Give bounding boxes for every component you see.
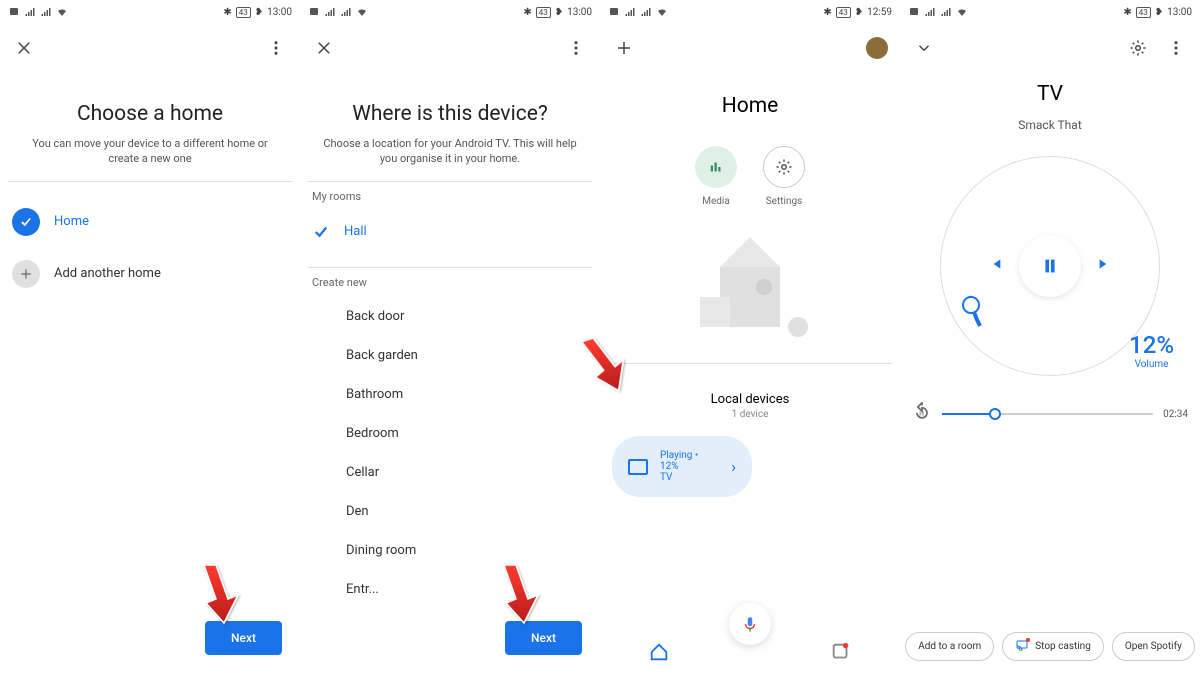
- clock: 13:00: [267, 7, 292, 18]
- equalizer-icon: [695, 146, 737, 188]
- dial-thumb[interactable]: [962, 296, 980, 314]
- room-option-hall[interactable]: Hall: [300, 211, 600, 253]
- chip-stop-casting[interactable]: Stop casting: [1002, 632, 1104, 661]
- page-title: Where is this device?: [300, 102, 600, 126]
- status-bar: ✱43❥ 12:59: [600, 0, 900, 24]
- option-label: Back door: [346, 309, 404, 324]
- bluetooth-icon: ✱: [223, 7, 231, 18]
- more-icon[interactable]: [264, 36, 288, 60]
- home-option-add[interactable]: Add another home: [0, 248, 300, 300]
- room-option[interactable]: Back door: [300, 297, 600, 336]
- room-option[interactable]: Bedroom: [300, 414, 600, 453]
- device-title: TV: [900, 82, 1200, 106]
- option-label: Bedroom: [346, 426, 399, 441]
- section-create-new: Create new: [300, 268, 600, 297]
- wifi-icon: [56, 6, 68, 18]
- more-icon[interactable]: [1164, 36, 1188, 60]
- volume-percent: 12%: [1129, 331, 1174, 359]
- page-title: Home: [600, 94, 900, 118]
- replay-30-icon[interactable]: 30: [912, 402, 932, 426]
- page-subtitle: You can move your device to a different …: [18, 136, 282, 167]
- room-option[interactable]: Bathroom: [300, 375, 600, 414]
- local-devices-header: Local devices: [600, 392, 900, 407]
- room-option[interactable]: Entr...: [300, 570, 600, 609]
- signal-icon: [24, 6, 36, 18]
- volume-dial[interactable]: 12% Volume: [940, 156, 1160, 376]
- section-my-rooms: My rooms: [300, 182, 600, 211]
- divider: [8, 181, 292, 182]
- option-label: Den: [346, 504, 369, 519]
- seek-bar[interactable]: [942, 413, 1153, 415]
- device-card-tv[interactable]: Playing • 12% TV ›: [612, 436, 752, 497]
- sim-icon: [8, 6, 20, 18]
- option-label: Bathroom: [346, 387, 403, 402]
- chip-open-spotify[interactable]: Open Spotify: [1112, 632, 1195, 661]
- add-icon[interactable]: [612, 36, 636, 60]
- room-option[interactable]: Cellar: [300, 453, 600, 492]
- status-bar: ✱43❥ 13:00: [300, 0, 600, 24]
- gear-icon[interactable]: [1126, 36, 1150, 60]
- room-option[interactable]: Back garden: [300, 336, 600, 375]
- page-subtitle: Choose a location for your Android TV. T…: [318, 136, 582, 167]
- status-bar: ✱ 43 ❥ 13:00: [0, 0, 300, 24]
- pause-button[interactable]: [1019, 235, 1081, 297]
- track-name: Smack That: [900, 118, 1200, 132]
- avatar[interactable]: [866, 37, 888, 59]
- media-button[interactable]: Media: [695, 146, 737, 207]
- chevron-right-icon: ›: [731, 457, 736, 476]
- next-button[interactable]: [1097, 256, 1113, 276]
- tv-icon: [628, 459, 648, 475]
- option-label: Hall: [344, 224, 367, 239]
- option-label: Home: [54, 214, 89, 229]
- plus-icon: [12, 260, 40, 288]
- check-icon: [12, 208, 40, 236]
- annotation-arrow: [194, 559, 242, 629]
- option-label: Cellar: [346, 465, 379, 480]
- annotation-arrow: [494, 559, 542, 629]
- check-icon: [312, 223, 330, 241]
- room-option[interactable]: Dining room: [300, 531, 600, 570]
- chip-add-room[interactable]: Add to a room: [905, 632, 994, 661]
- option-label: Add another home: [54, 266, 161, 281]
- local-devices-count: 1 device: [600, 409, 900, 420]
- svg-text:30: 30: [919, 411, 925, 417]
- leaf-icon: ❥: [255, 7, 263, 18]
- home-option-home[interactable]: Home: [0, 196, 300, 248]
- chevron-down-icon[interactable]: [912, 36, 936, 60]
- home-illustration: [680, 237, 820, 337]
- signal-icon: [40, 6, 52, 18]
- option-label: Back garden: [346, 348, 418, 363]
- voice-button[interactable]: [729, 603, 771, 645]
- mic-icon: [741, 615, 759, 633]
- status-bar: ✱43❥ 13:00: [900, 0, 1200, 24]
- home-nav-icon[interactable]: [648, 641, 670, 663]
- option-label: Dining room: [346, 543, 416, 558]
- room-option[interactable]: Den: [300, 492, 600, 531]
- gear-icon: [763, 146, 805, 188]
- notification-dot: [843, 643, 849, 649]
- page-title: Choose a home: [0, 102, 300, 126]
- settings-button[interactable]: Settings: [763, 146, 805, 207]
- close-icon[interactable]: [312, 36, 336, 60]
- duration: 02:34: [1163, 409, 1188, 420]
- battery-badge: 43: [236, 7, 251, 18]
- volume-label: Volume: [1129, 359, 1174, 370]
- previous-button[interactable]: [987, 256, 1003, 276]
- close-icon[interactable]: [12, 36, 36, 60]
- more-icon[interactable]: [564, 36, 588, 60]
- feed-nav-icon[interactable]: [830, 641, 852, 663]
- option-label: Entr...: [346, 582, 379, 597]
